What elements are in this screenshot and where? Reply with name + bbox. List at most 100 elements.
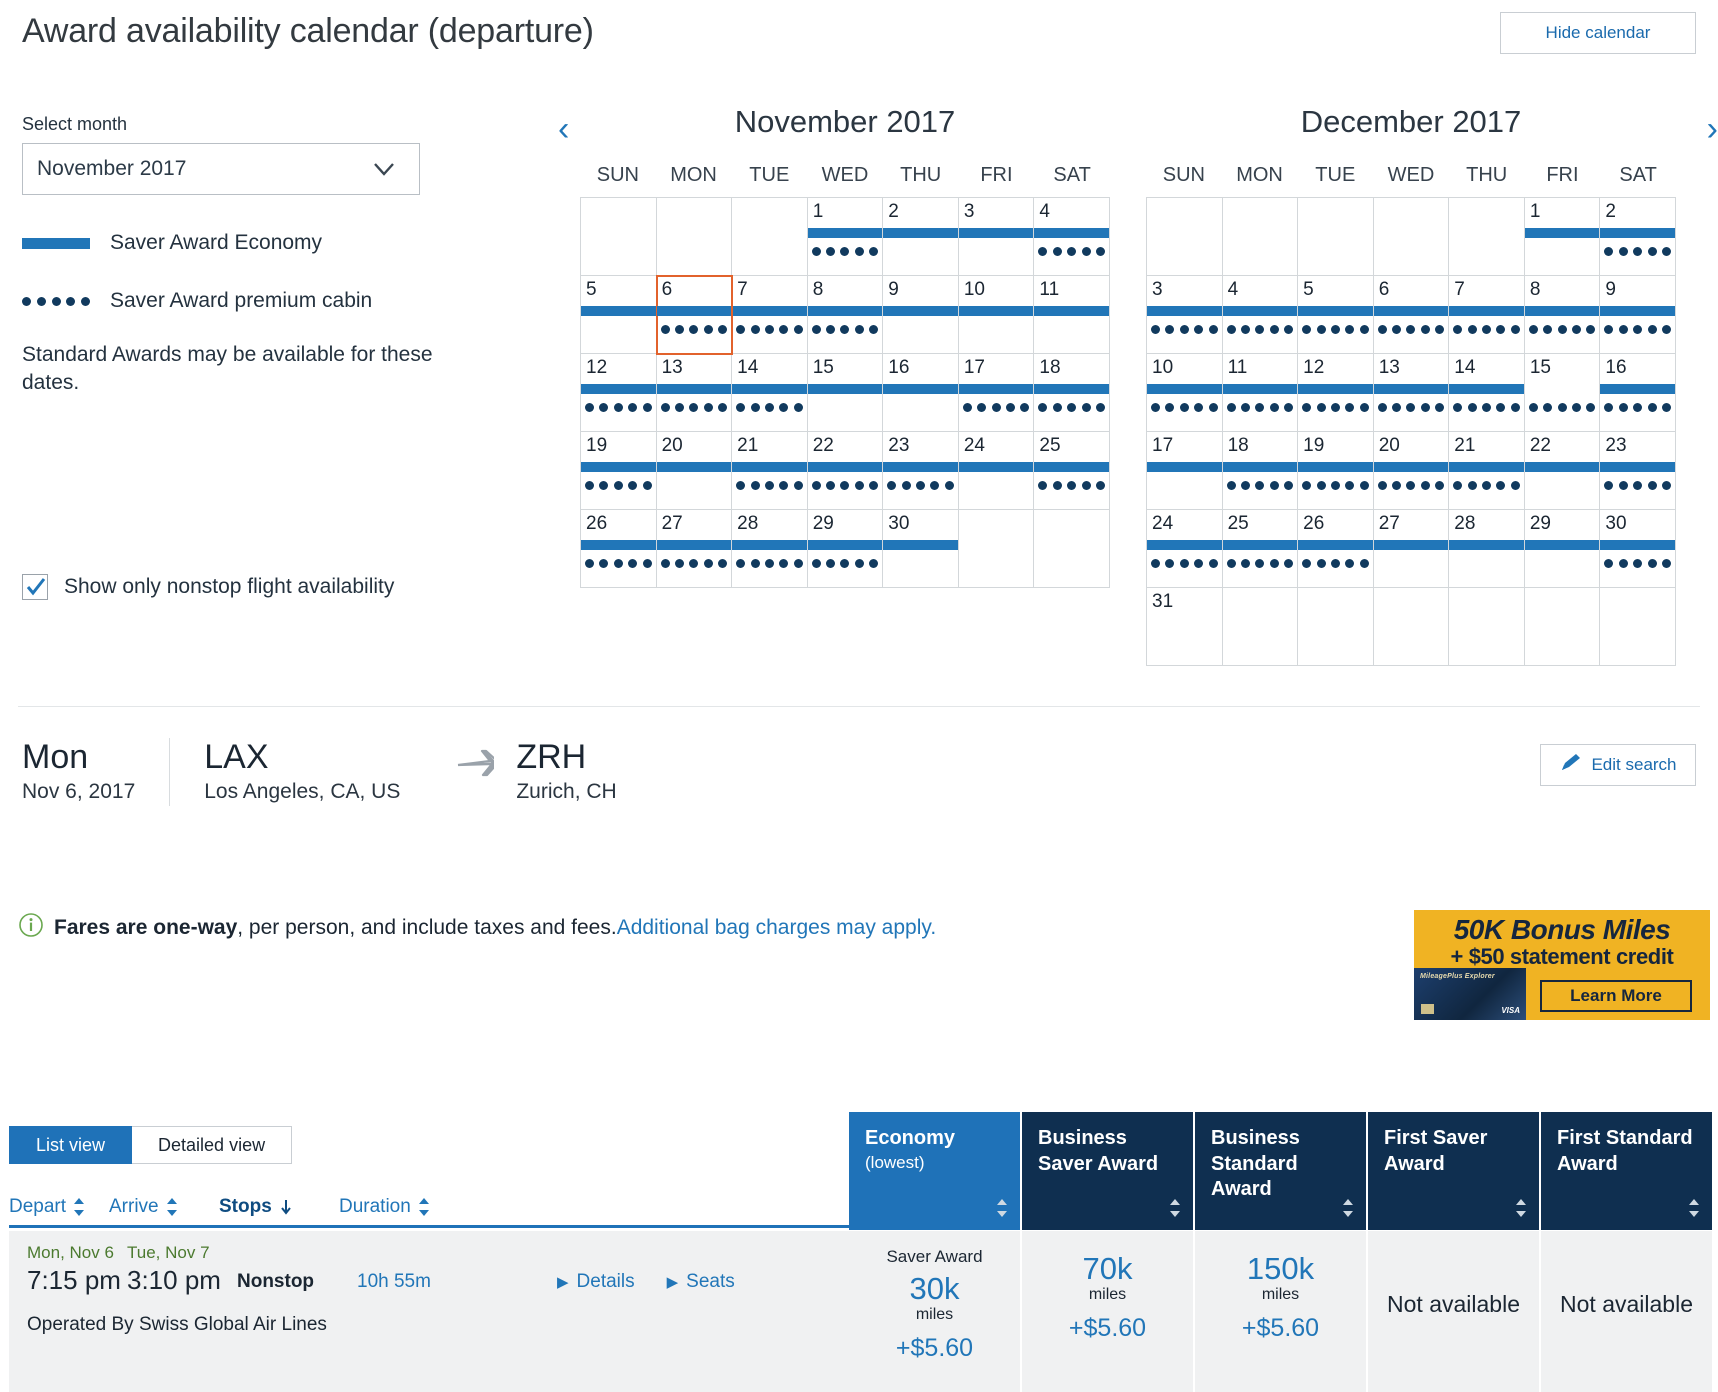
fare-column-subtitle: (lowest): [865, 1152, 925, 1172]
tab-list-view[interactable]: List view: [9, 1126, 133, 1164]
sort-both-icon[interactable]: [996, 1198, 1008, 1218]
day-number: 27: [661, 513, 683, 534]
calendar-day-cell[interactable]: 19: [1298, 432, 1374, 510]
calendar-day-cell[interactable]: 10: [958, 276, 1035, 354]
calendar-day-cell[interactable]: 20: [1373, 432, 1450, 510]
calendar-day-cell[interactable]: 15: [807, 354, 884, 432]
nonstop-checkbox[interactable]: [22, 573, 48, 600]
calendar-day-cell[interactable]: 5: [581, 276, 657, 354]
calendar-day-cell[interactable]: 18: [1034, 354, 1110, 432]
fare-cell-1[interactable]: Saver Award 30k miles +$5.60: [849, 1231, 1022, 1392]
calendar-day-cell[interactable]: 28: [732, 510, 808, 588]
sort-both-icon[interactable]: [1515, 1198, 1527, 1218]
fare-column-1[interactable]: Economy (lowest): [849, 1112, 1022, 1230]
calendar-day-cell[interactable]: 20: [656, 432, 733, 510]
calendar-day-cell[interactable]: 3: [1147, 276, 1223, 354]
calendar-day-cell[interactable]: 14: [1449, 354, 1525, 432]
promo-banner[interactable]: 50K Bonus Miles + $50 statement credit M…: [1414, 910, 1710, 1020]
calendar-day-cell[interactable]: 30: [1600, 510, 1676, 588]
fare-cell-3[interactable]: 150k miles +$5.60: [1195, 1231, 1368, 1392]
calendar-day-cell[interactable]: 25: [1034, 432, 1110, 510]
calendar-day-cell[interactable]: 7: [1449, 276, 1525, 354]
calendar-day-cell[interactable]: 6: [1373, 276, 1450, 354]
calendar-day-cell[interactable]: 29: [807, 510, 884, 588]
calendar-day-cell[interactable]: 12: [581, 354, 657, 432]
sort-both-icon[interactable]: [1342, 1198, 1354, 1218]
calendar-day-cell[interactable]: 17: [1147, 432, 1223, 510]
nonstop-filter-row[interactable]: Show only nonstop flight availability: [22, 573, 492, 600]
calendar-day-cell[interactable]: 12: [1298, 354, 1374, 432]
sort-both-icon[interactable]: [1169, 1198, 1181, 1218]
fare-column-3[interactable]: Business Standard Award: [1195, 1112, 1368, 1230]
calendar-day-cell[interactable]: 22: [1524, 432, 1601, 510]
calendar-day-cell[interactable]: 19: [581, 432, 657, 510]
calendar-day-cell[interactable]: 16: [1600, 354, 1676, 432]
sort-both-icon: [418, 1197, 430, 1217]
calendar-day-cell[interactable]: 14: [732, 354, 808, 432]
month-select-dropdown[interactable]: November 2017: [22, 143, 420, 195]
day-number: 29: [812, 513, 834, 534]
calendar-day-cell[interactable]: 10: [1147, 354, 1223, 432]
calendar-day-cell[interactable]: 26: [1298, 510, 1374, 588]
chevron-right-icon[interactable]: ›: [1707, 112, 1718, 146]
fare-column-4[interactable]: First Saver Award: [1368, 1112, 1541, 1230]
details-link[interactable]: ▶ Details: [557, 1243, 635, 1293]
column-header-duration[interactable]: Duration: [339, 1196, 539, 1218]
calendar-day-cell[interactable]: 21: [732, 432, 808, 510]
calendar-day-cell[interactable]: 13: [656, 354, 733, 432]
fare-column-2[interactable]: Business Saver Award: [1022, 1112, 1195, 1230]
chevron-left-icon[interactable]: ‹: [558, 112, 569, 146]
edit-search-button[interactable]: Edit search: [1540, 744, 1696, 786]
seats-link[interactable]: ▶ Seats: [667, 1243, 735, 1293]
calendar-day-cell[interactable]: 29: [1524, 510, 1601, 588]
calendar-day-cell[interactable]: 30: [883, 510, 959, 588]
dest-code: ZRH: [516, 738, 587, 776]
calendar-day-cell[interactable]: 16: [883, 354, 959, 432]
sort-both-icon[interactable]: [1688, 1198, 1700, 1218]
flight-result-row[interactable]: Mon, Nov 6 7:15 pm Tue, Nov 7 3:10 pm No…: [9, 1231, 849, 1392]
calendar-day-cell[interactable]: 24: [958, 432, 1035, 510]
arrive-cell: Tue, Nov 7 3:10 pm: [127, 1243, 237, 1296]
calendar-day-cell[interactable]: 27: [1373, 510, 1450, 588]
calendar-day-cell[interactable]: 27: [656, 510, 733, 588]
calendar-day-cell[interactable]: 26: [581, 510, 657, 588]
calendar-day-cell[interactable]: 31: [1147, 588, 1223, 666]
calendar-day-cell[interactable]: 2: [1600, 198, 1676, 276]
calendar-day-cell[interactable]: 23: [883, 432, 959, 510]
calendar-day-cell[interactable]: 21: [1449, 432, 1525, 510]
fare-column-5[interactable]: First Standard Award: [1541, 1112, 1714, 1230]
calendar-day-cell[interactable]: 1: [1524, 198, 1601, 276]
calendar-day-cell[interactable]: 13: [1373, 354, 1450, 432]
calendar-day-cell[interactable]: 7: [732, 276, 808, 354]
calendar-day-cell[interactable]: 22: [807, 432, 884, 510]
column-header-stops[interactable]: Stops: [219, 1196, 339, 1218]
calendar-day-cell[interactable]: 1: [807, 198, 884, 276]
calendar-day-cell[interactable]: 9: [883, 276, 959, 354]
calendar-day-cell[interactable]: 4: [1034, 198, 1110, 276]
calendar-day-cell[interactable]: 6: [655, 275, 734, 355]
calendar-day-cell[interactable]: 15: [1524, 354, 1601, 432]
calendar-day-cell[interactable]: 3: [958, 198, 1035, 276]
calendar-day-cell[interactable]: 17: [958, 354, 1035, 432]
tab-detailed-view[interactable]: Detailed view: [132, 1126, 293, 1164]
column-header-arrive[interactable]: Arrive: [109, 1196, 219, 1218]
bag-charges-link[interactable]: Additional bag charges may apply.: [617, 916, 936, 940]
hide-calendar-button[interactable]: Hide calendar: [1500, 12, 1696, 54]
calendar-day-cell[interactable]: 18: [1222, 432, 1299, 510]
calendar-day-cell[interactable]: 5: [1298, 276, 1374, 354]
calendar-day-cell[interactable]: 11: [1034, 276, 1110, 354]
calendar-day-cell[interactable]: 4: [1222, 276, 1299, 354]
column-header-depart[interactable]: Depart: [9, 1196, 109, 1218]
fare-cell-2[interactable]: 70k miles +$5.60: [1022, 1231, 1195, 1392]
premium-availability-dots: [1226, 324, 1294, 334]
calendar-day-cell[interactable]: 23: [1600, 432, 1676, 510]
calendar-day-cell[interactable]: 9: [1600, 276, 1676, 354]
calendar-day-cell[interactable]: 25: [1222, 510, 1299, 588]
calendar-day-cell[interactable]: 24: [1147, 510, 1223, 588]
calendar-day-cell[interactable]: 2: [883, 198, 959, 276]
calendar-day-cell[interactable]: 8: [807, 276, 884, 354]
calendar-day-cell[interactable]: 11: [1222, 354, 1299, 432]
calendar-day-cell[interactable]: 28: [1449, 510, 1525, 588]
learn-more-button[interactable]: Learn More: [1540, 980, 1692, 1012]
calendar-day-cell[interactable]: 8: [1524, 276, 1601, 354]
